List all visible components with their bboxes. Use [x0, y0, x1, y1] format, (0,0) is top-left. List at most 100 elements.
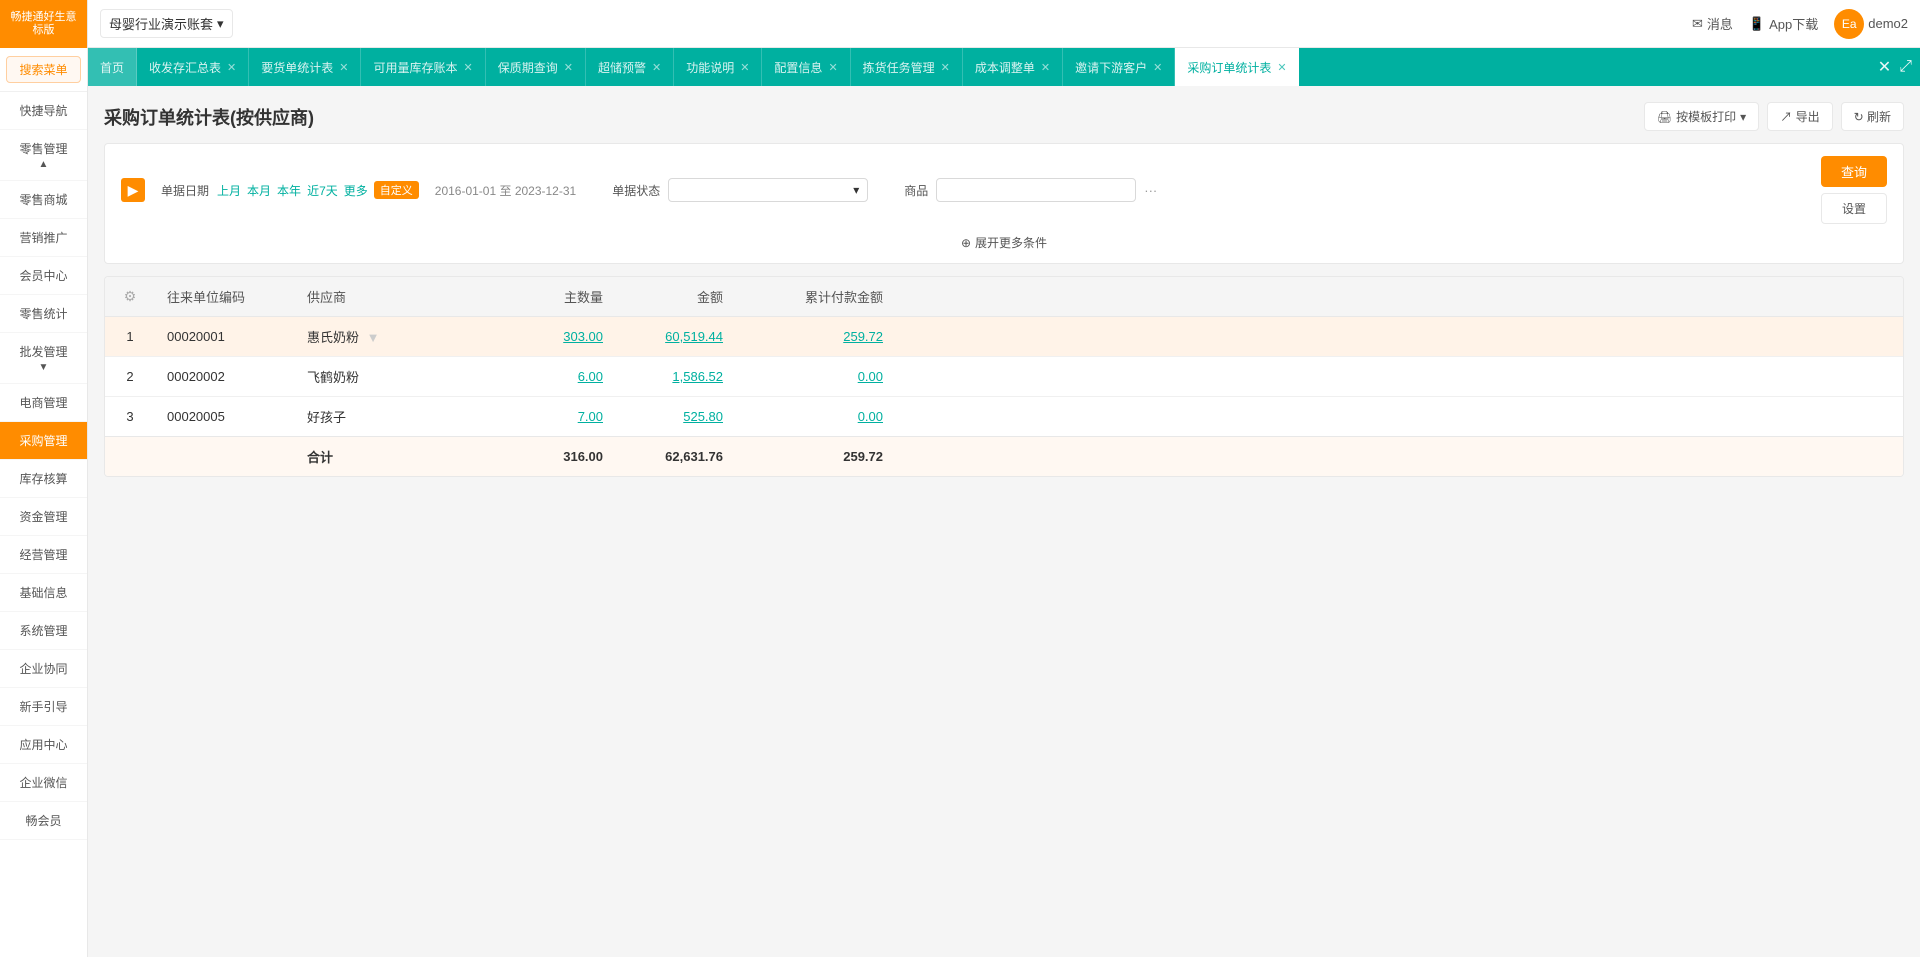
- filter-row-main: ▶ 单据日期 上月 本月 本年 近7天 更多 自定义 2016-01-01 至 …: [121, 156, 1887, 224]
- tab-expiry-query[interactable]: 保质期查询 ✕: [486, 48, 586, 86]
- table-row[interactable]: 1 00020001 惠氏奶粉 ▼ 303.00 60,519.44 259.7…: [105, 317, 1903, 357]
- row-paid[interactable]: 259.72: [735, 317, 895, 357]
- tab-label: 可用量库存账本: [373, 59, 457, 76]
- sidebar-item-marketing[interactable]: 营销推广: [0, 219, 87, 257]
- tab-label: 配置信息: [774, 59, 822, 76]
- close-icon[interactable]: ✕: [339, 61, 348, 74]
- sidebar-item-label: 经营管理: [19, 546, 67, 563]
- row-paid[interactable]: 0.00: [735, 397, 895, 437]
- sidebar-item-wholesale[interactable]: 批发管理 ▼: [0, 333, 87, 384]
- date-label: 单据日期: [161, 182, 209, 199]
- expand-filter-button[interactable]: ⊕ 展开更多条件: [961, 234, 1047, 251]
- date-last-month[interactable]: 上月: [217, 182, 241, 199]
- tab-cost-adjust[interactable]: 成本调整单 ✕: [963, 48, 1063, 86]
- close-icon[interactable]: ✕: [740, 61, 749, 74]
- topbar: 母婴行业演示账套 ▾ ✉ 消息 📱 App下载 Ea demo2: [88, 0, 1920, 48]
- row-supplier: 惠氏奶粉 ▼: [295, 317, 495, 357]
- toggle-filter-button[interactable]: ▶: [121, 178, 145, 202]
- sidebar-item-corp-wechat[interactable]: 企业微信: [0, 764, 87, 802]
- tab-label: 收发存汇总表: [149, 59, 221, 76]
- sidebar-item-system[interactable]: 系统管理: [0, 612, 87, 650]
- print-template-button[interactable]: 🖨 按模板打印 ▾: [1644, 102, 1759, 131]
- refresh-button[interactable]: ↻ 刷新: [1841, 102, 1904, 131]
- query-button[interactable]: 查询: [1821, 156, 1887, 187]
- topbar-right: ✉ 消息 📱 App下载 Ea demo2: [1692, 9, 1908, 39]
- sidebar-item-quick-nav[interactable]: 快捷导航: [0, 92, 87, 130]
- sidebar-item-purchase[interactable]: 采购管理: [0, 422, 87, 460]
- date-this-year[interactable]: 本年: [277, 182, 301, 199]
- more-options-icon[interactable]: ···: [1144, 183, 1157, 198]
- sidebar-item-app-center[interactable]: 应用中心: [0, 726, 87, 764]
- footer-seq: [105, 437, 155, 477]
- export-button[interactable]: ↗ 导出: [1767, 102, 1832, 131]
- sidebar-item-members[interactable]: 会员中心: [0, 257, 87, 295]
- row-amount[interactable]: 60,519.44: [615, 317, 735, 357]
- row-paid[interactable]: 0.00: [735, 357, 895, 397]
- sidebar-item-enterprise[interactable]: 企业协同: [0, 650, 87, 688]
- tab-overstock-warning[interactable]: 超储预警 ✕: [586, 48, 674, 86]
- row-code: 00020001: [155, 317, 295, 357]
- user-menu[interactable]: Ea demo2: [1834, 9, 1908, 39]
- message-button[interactable]: ✉ 消息: [1692, 14, 1733, 33]
- maximize-button[interactable]: ⤢: [1899, 58, 1912, 76]
- row-qty[interactable]: 7.00: [495, 397, 615, 437]
- close-icon[interactable]: ✕: [1153, 61, 1162, 74]
- row-amount[interactable]: 525.80: [615, 397, 735, 437]
- tab-config-info[interactable]: 配置信息 ✕: [762, 48, 850, 86]
- close-icon[interactable]: ✕: [564, 61, 573, 74]
- sidebar-item-label: 会员中心: [19, 267, 67, 284]
- row-qty[interactable]: 303.00: [495, 317, 615, 357]
- sidebar-item-ecommerce[interactable]: 电商管理: [0, 384, 87, 422]
- page-title: 采购订单统计表(按供应商): [104, 104, 314, 130]
- account-dropdown[interactable]: 母婴行业演示账套 ▾: [100, 9, 233, 38]
- sidebar-item-basic[interactable]: 基础信息: [0, 574, 87, 612]
- sidebar-item-label: 应用中心: [19, 736, 67, 753]
- table-footer-row: 合计 316.00 62,631.76 259.72: [105, 437, 1903, 477]
- close-icon[interactable]: ✕: [464, 61, 473, 74]
- close-tab-button[interactable]: ✕: [1878, 57, 1891, 77]
- row-qty[interactable]: 6.00: [495, 357, 615, 397]
- page-content: 采购订单统计表(按供应商) 🖨 按模板打印 ▾ ↗ 导出 ↻ 刷新: [88, 86, 1920, 957]
- sidebar-item-ops[interactable]: 经营管理: [0, 536, 87, 574]
- close-icon[interactable]: ✕: [1041, 61, 1050, 74]
- tab-pick-task[interactable]: 拣货任务管理 ✕: [851, 48, 963, 86]
- sidebar-item-finance[interactable]: 资金管理: [0, 498, 87, 536]
- date-this-month[interactable]: 本月: [247, 182, 271, 199]
- date-more[interactable]: 更多: [344, 182, 368, 199]
- table-row[interactable]: 2 00020002 飞鹤奶粉 6.00 1,586.52 0.00: [105, 357, 1903, 397]
- app-download-button[interactable]: 📱 App下载: [1749, 14, 1818, 33]
- tab-available-stock[interactable]: 可用量库存账本 ✕: [361, 48, 485, 86]
- status-filter-group: 单据状态 ▾: [612, 178, 868, 202]
- row-amount[interactable]: 1,586.52: [615, 357, 735, 397]
- goods-input[interactable]: [936, 178, 1136, 202]
- tab-home[interactable]: 首页: [88, 48, 137, 86]
- sidebar-item-retail[interactable]: 零售管理 ▲: [0, 130, 87, 181]
- sidebar-item-inventory[interactable]: 库存核算: [0, 460, 87, 498]
- table-row[interactable]: 3 00020005 好孩子 7.00 525.80 0.00: [105, 397, 1903, 437]
- search-menu-button[interactable]: 搜索菜单: [6, 56, 81, 83]
- chevron-down-icon: ▾: [853, 183, 859, 197]
- status-select[interactable]: ▾: [668, 178, 868, 202]
- filter-actions: 查询 设置: [1821, 156, 1887, 224]
- tab-purchase-stats[interactable]: 采购订单统计表 ✕: [1175, 48, 1298, 86]
- close-icon[interactable]: ✕: [828, 61, 837, 74]
- close-icon[interactable]: ✕: [1277, 61, 1286, 74]
- app-logo: 畅捷通好生意 标版: [0, 0, 87, 48]
- sidebar-item-newbie[interactable]: 新手引导: [0, 688, 87, 726]
- footer-qty: 316.00: [495, 437, 615, 477]
- date-7days[interactable]: 近7天: [307, 182, 338, 199]
- close-icon[interactable]: ✕: [652, 61, 661, 74]
- tab-invite-downstream[interactable]: 邀请下游客户 ✕: [1063, 48, 1175, 86]
- tab-function-desc[interactable]: 功能说明 ✕: [674, 48, 762, 86]
- sidebar-item-retail-shop[interactable]: 零售商城: [0, 181, 87, 219]
- tab-receive-summary[interactable]: 收发存汇总表 ✕: [137, 48, 249, 86]
- close-icon[interactable]: ✕: [941, 61, 950, 74]
- expand-row-icon[interactable]: ▼: [367, 330, 380, 345]
- close-icon[interactable]: ✕: [227, 61, 236, 74]
- settings-button[interactable]: 设置: [1821, 193, 1887, 224]
- sidebar-item-retail-stats[interactable]: 零售统计: [0, 295, 87, 333]
- sidebar-item-vip[interactable]: 畅会员: [0, 802, 87, 840]
- tab-goods-stats[interactable]: 要货单统计表 ✕: [249, 48, 361, 86]
- footer-amount: 62,631.76: [615, 437, 735, 477]
- gear-icon[interactable]: ⚙: [124, 288, 137, 304]
